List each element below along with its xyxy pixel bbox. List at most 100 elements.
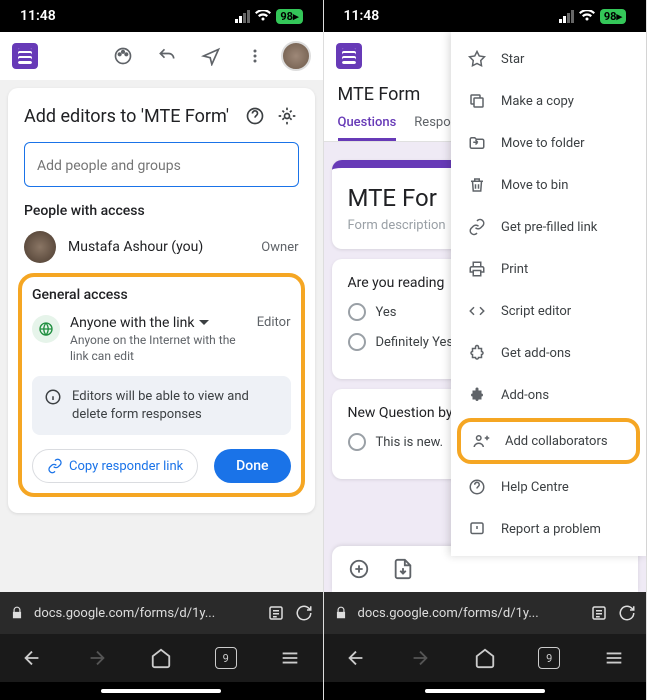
menu-item-label: Move to folder	[501, 136, 585, 151]
forms-app-icon[interactable]	[336, 43, 362, 69]
overflow-menu: Star Make a copy Move to folder Move to bin…	[451, 32, 646, 556]
tabs-button[interactable]: 9	[215, 647, 237, 669]
more-icon[interactable]	[237, 38, 273, 74]
info-icon	[44, 388, 62, 406]
collab-icon	[471, 431, 491, 451]
copy-icon	[467, 91, 487, 111]
home-icon[interactable]	[474, 647, 496, 669]
wifi-icon	[579, 10, 595, 22]
radio-icon	[348, 433, 366, 451]
add-people-field[interactable]	[37, 158, 286, 174]
menu-item-star[interactable]: Star	[451, 38, 646, 80]
menu-item-help[interactable]: Help Centre	[451, 466, 646, 508]
send-icon[interactable]	[193, 38, 229, 74]
app-header	[0, 32, 323, 80]
back-icon[interactable]	[21, 647, 43, 669]
menu-icon[interactable]	[603, 647, 625, 669]
home-indicator	[0, 682, 323, 700]
menu-icon[interactable]	[279, 647, 301, 669]
menu-item-puzzle[interactable]: Get add-ons	[451, 332, 646, 374]
gear-icon[interactable]	[275, 104, 299, 128]
menu-item-label: Help Centre	[501, 480, 569, 495]
add-people-input[interactable]	[24, 142, 299, 187]
home-icon[interactable]	[150, 647, 172, 669]
url-bar[interactable]: docs.google.com/forms/d/1y...	[324, 592, 647, 634]
link-access-sub: Anyone on the Internet with the link can…	[70, 333, 247, 364]
add-icon[interactable]	[348, 558, 370, 580]
link-role[interactable]: Editor	[257, 315, 291, 330]
general-access-label: General access	[32, 287, 291, 303]
menu-item-label: Move to bin	[501, 178, 568, 193]
print-icon	[467, 259, 487, 279]
back-icon[interactable]	[345, 647, 367, 669]
forms-app-icon[interactable]	[12, 43, 38, 69]
help-icon[interactable]	[243, 104, 267, 128]
menu-item-trash[interactable]: Move to bin	[451, 164, 646, 206]
menu-item-report[interactable]: Report a problem	[451, 508, 646, 550]
signal-icon	[235, 10, 250, 23]
menu-item-label: Star	[501, 52, 524, 67]
menu-item-label: Report a problem	[501, 522, 601, 537]
tab-questions[interactable]: Questions	[338, 105, 397, 141]
puzzle-icon	[467, 343, 487, 363]
puzzlef-icon	[467, 385, 487, 405]
menu-item-folder[interactable]: Move to folder	[451, 122, 646, 164]
menu-item-label: Get add-ons	[501, 346, 571, 361]
person-avatar	[24, 231, 56, 263]
star-icon	[467, 49, 487, 69]
home-indicator	[324, 682, 647, 700]
lock-icon	[10, 606, 24, 620]
palette-icon[interactable]	[105, 38, 141, 74]
forward-icon[interactable]	[86, 647, 108, 669]
reader-icon[interactable]	[590, 604, 608, 622]
menu-item-label: Print	[501, 262, 528, 277]
link-access-dropdown[interactable]: Anyone with the link	[70, 315, 247, 331]
globe-icon	[32, 315, 60, 343]
copy-link-button[interactable]: Copy responder link	[32, 449, 198, 483]
tab-responses[interactable]: Respo	[414, 105, 450, 141]
tabs-button[interactable]: 9	[538, 647, 560, 669]
person-role: Owner	[261, 240, 298, 255]
url-text: docs.google.com/forms/d/1y...	[358, 606, 581, 621]
clock: 11:48	[20, 8, 56, 24]
share-card: Add editors to 'MTE Form' People with ac…	[8, 88, 315, 513]
chevron-down-icon	[199, 320, 209, 326]
url-bar[interactable]: docs.google.com/forms/d/1y...	[0, 592, 323, 634]
status-bar: 11:48 98▸	[324, 0, 647, 32]
browser-nav: 9	[0, 634, 323, 682]
menu-item-puzzlef[interactable]: Add-ons	[451, 374, 646, 416]
undo-icon[interactable]	[149, 38, 185, 74]
radio-icon	[348, 303, 366, 321]
reader-icon[interactable]	[267, 604, 285, 622]
reload-icon[interactable]	[618, 604, 636, 622]
help-icon	[467, 477, 487, 497]
forward-icon[interactable]	[409, 647, 431, 669]
menu-item-print[interactable]: Print	[451, 248, 646, 290]
people-access-label: People with access	[24, 203, 299, 219]
menu-item-label: Script editor	[501, 304, 571, 319]
link-icon	[47, 458, 63, 474]
menu-item-copy[interactable]: Make a copy	[451, 80, 646, 122]
avatar[interactable]	[281, 41, 311, 71]
code-icon	[467, 301, 487, 321]
menu-item-label: Make a copy	[501, 94, 574, 109]
phone-right: 11:48 98▸ MTE Form Questions Respo MTE F…	[324, 0, 647, 700]
import-icon[interactable]	[392, 558, 414, 580]
reload-icon[interactable]	[295, 604, 313, 622]
report-icon	[467, 519, 487, 539]
menu-item-code[interactable]: Script editor	[451, 290, 646, 332]
done-button[interactable]: Done	[214, 449, 290, 483]
status-bar: 11:48 98▸	[0, 0, 323, 32]
menu-item-label: Get pre-filled link	[501, 220, 597, 235]
menu-item-collab[interactable]: Add collaborators	[457, 418, 640, 464]
wifi-icon	[255, 10, 271, 22]
phone-left: 11:48 98▸ Add editors to 'MTE Form' Peop…	[0, 0, 324, 700]
battery-icon: 98▸	[600, 9, 626, 24]
general-access-highlight: General access Anyone with the link Anyo…	[18, 273, 305, 497]
menu-item-link[interactable]: Get pre-filled link	[451, 206, 646, 248]
menu-item-label: Add-ons	[501, 388, 549, 403]
person-row: Mustafa Ashour (you) Owner	[24, 231, 299, 263]
trash-icon	[467, 175, 487, 195]
card-title: Add editors to 'MTE Form'	[24, 106, 235, 127]
folder-icon	[467, 133, 487, 153]
